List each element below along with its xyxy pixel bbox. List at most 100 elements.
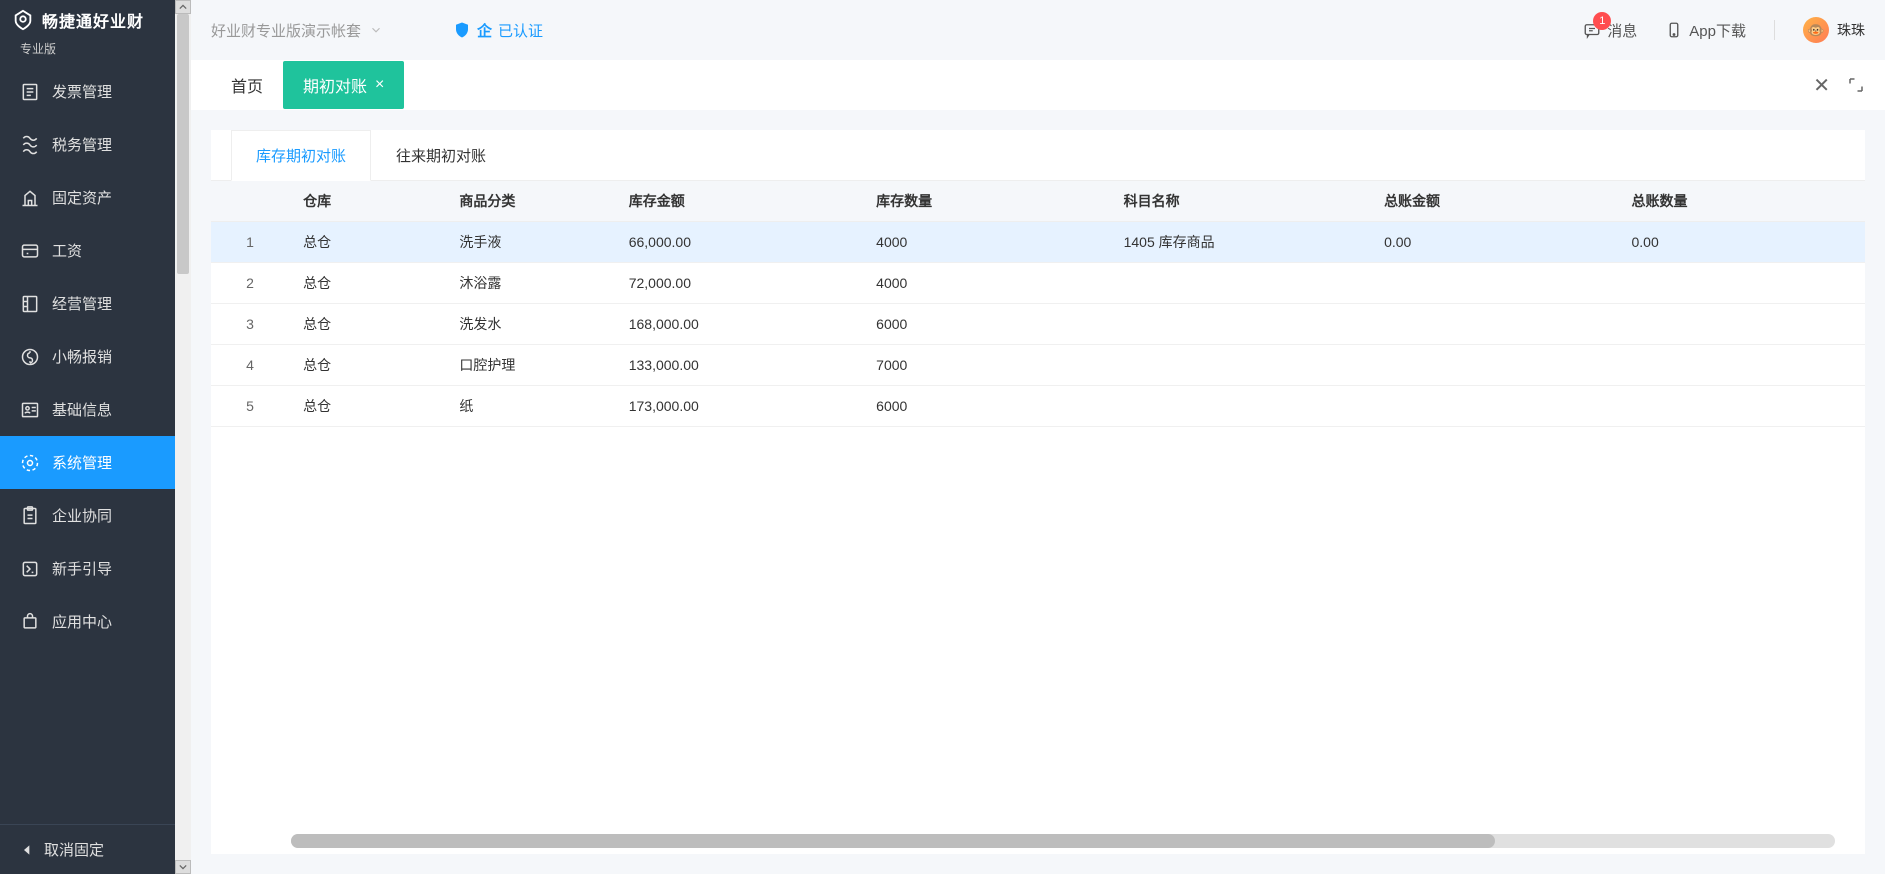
close-icon[interactable]: × [375,76,384,94]
nav-collab[interactable]: 企业协同 [0,489,175,542]
cell-inv-amount: 173,000.00 [615,386,862,427]
cell-inv-amount: 133,000.00 [615,345,862,386]
tab-bar: 首页 期初对账 × ✕ [191,60,1885,110]
sidebar-footer-label: 取消固定 [44,839,104,860]
horizontal-scrollbar[interactable] [291,834,1835,848]
account-selector[interactable]: 好业财专业版演示帐套 [211,20,413,41]
cell-category: 洗发水 [445,304,614,345]
cell-empty [1110,386,1370,427]
table-row[interactable]: 1总仓洗手液66,000.0040001405 库存商品0.000.00 [211,222,1865,263]
table-row[interactable]: 3总仓洗发水168,000.006000 [211,304,1865,345]
nav-salary[interactable]: 工资 [0,224,175,277]
apps-icon [20,612,40,632]
user-menu[interactable]: 🐵 珠珠 [1803,17,1865,43]
cell-index: 3 [211,304,289,345]
nav-label: 基础信息 [52,399,112,420]
cell-index: 5 [211,386,289,427]
th-gl-amount[interactable]: 总账金额 [1370,181,1617,222]
cell-index: 2 [211,263,289,304]
certified-badge[interactable]: 企 已认证 [453,20,543,41]
scroll-down-icon[interactable] [175,860,191,874]
nav-apps[interactable]: 应用中心 [0,595,175,648]
system-icon [20,453,40,473]
nav-invoice[interactable]: 发票管理 [0,65,175,118]
cell-category: 纸 [445,386,614,427]
cell-category: 洗手液 [445,222,614,263]
th-account[interactable]: 科目名称 [1110,181,1370,222]
avatar-icon: 🐵 [1803,17,1829,43]
nav-business[interactable]: 经营管理 [0,277,175,330]
sidebar-scrollbar[interactable] [175,0,191,874]
cell-inv-qty: 6000 [862,304,1109,345]
cell-gl-amount: 0.00 [1370,222,1617,263]
nav-system[interactable]: 系统管理 [0,436,175,489]
sidebar-unpin[interactable]: 取消固定 [0,824,175,874]
subtab-ar-ap[interactable]: 往来期初对账 [371,130,511,181]
cell-empty [1110,263,1370,304]
shield-icon [453,21,471,39]
expand-icon[interactable] [1847,76,1865,94]
divider [1774,20,1775,40]
cert-prefix: 企 [477,20,492,41]
cell-warehouse: 总仓 [289,345,445,386]
expense-icon [20,347,40,367]
nav-label: 企业协同 [52,505,112,526]
assets-icon [20,188,40,208]
cell-empty [1618,304,1866,345]
th-gl-qty[interactable]: 总账数量 [1618,181,1866,222]
th-inv-qty[interactable]: 库存数量 [862,181,1109,222]
scroll-thumb[interactable] [177,14,189,274]
th-inv-amount[interactable]: 库存金额 [615,181,862,222]
cell-empty [1618,263,1866,304]
th-category[interactable]: 商品分类 [445,181,614,222]
cell-account: 1405 库存商品 [1110,222,1370,263]
guide-icon [20,559,40,579]
nav-label: 发票管理 [52,81,112,102]
tab-home[interactable]: 首页 [211,61,283,109]
nav-tax[interactable]: 税务管理 [0,118,175,171]
nav-label: 新手引导 [52,558,112,579]
nav-basic[interactable]: 基础信息 [0,383,175,436]
cell-empty [1370,345,1617,386]
close-all-icon[interactable]: ✕ [1813,73,1830,98]
cell-empty [1110,345,1370,386]
scrollbar-thumb[interactable] [291,834,1495,848]
nav-assets[interactable]: 固定资产 [0,171,175,224]
nav-guide[interactable]: 新手引导 [0,542,175,595]
edition-label: 专业版 [0,40,175,65]
table-row[interactable]: 2总仓沐浴露72,000.004000 [211,263,1865,304]
username: 珠珠 [1837,20,1865,40]
cell-inv-qty: 4000 [862,222,1109,263]
cell-warehouse: 总仓 [289,386,445,427]
cell-empty [1370,386,1617,427]
cell-warehouse: 总仓 [289,222,445,263]
table-row[interactable]: 4总仓口腔护理133,000.007000 [211,345,1865,386]
table-row[interactable]: 5总仓纸173,000.006000 [211,386,1865,427]
tax-icon [20,135,40,155]
cell-inv-amount: 66,000.00 [615,222,862,263]
cell-empty [1618,386,1866,427]
messages-button[interactable]: 1 消息 [1583,20,1637,41]
content: 库存期初对账 往来期初对账 [191,110,1885,874]
scroll-up-icon[interactable] [175,0,191,14]
nav-expense[interactable]: 小畅报销 [0,330,175,383]
cell-category: 沐浴露 [445,263,614,304]
unpin-icon [20,842,36,858]
tab-label: 首页 [231,73,263,97]
nav-label: 小畅报销 [52,346,112,367]
cell-index: 1 [211,222,289,263]
table-container: 仓库 商品分类 库存金额 库存数量 科目名称 总账金额 总账数量 1总仓洗手液6… [211,181,1865,828]
salary-icon [20,241,40,261]
basic-icon [20,400,40,420]
tab-reconciliation[interactable]: 期初对账 × [283,61,404,109]
cell-inv-amount: 168,000.00 [615,304,862,345]
download-label: App下载 [1689,20,1746,41]
cell-empty [1370,263,1617,304]
download-button[interactable]: App下载 [1665,20,1746,41]
cell-index: 4 [211,345,289,386]
th-warehouse[interactable]: 仓库 [289,181,445,222]
cell-empty [1370,304,1617,345]
brand-name: 畅捷通好业财 [42,8,144,32]
subtab-inventory[interactable]: 库存期初对账 [231,130,371,181]
cert-label: 已认证 [498,20,543,41]
